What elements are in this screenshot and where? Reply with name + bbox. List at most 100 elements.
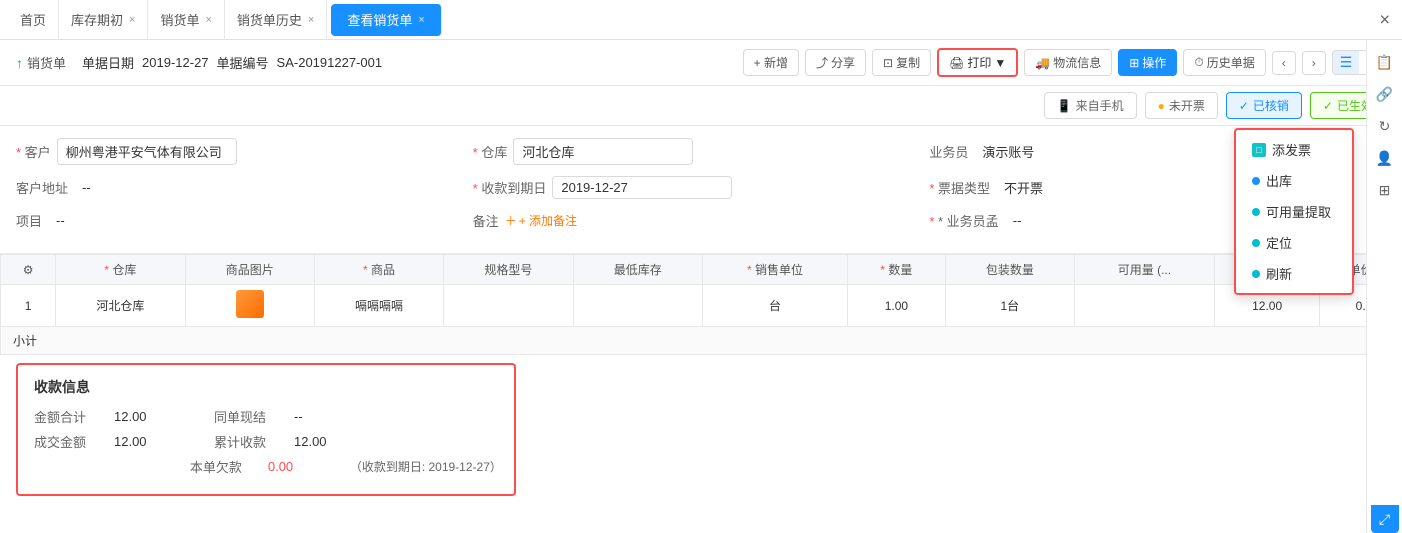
close-inventory-init-tab[interactable]: × [129, 14, 135, 26]
outbound-dot [1252, 177, 1260, 185]
ticket-type-value: 不开票 [996, 175, 1051, 200]
transaction-amount-value: 12.00 [114, 434, 194, 449]
cumulative-payment-label: 累计收款 [214, 432, 294, 451]
row-product: 嗝嗝嗝嗝 [314, 285, 443, 327]
same-order-settle-value: -- [294, 409, 303, 424]
payment-date-value[interactable]: 2019-12-27 [552, 176, 732, 199]
address-value: -- [74, 177, 99, 198]
operations-dropdown: □ 添发票 出库 可用量提取 定位 刷新 [1234, 128, 1354, 295]
check2-icon: ✓ [1323, 99, 1333, 113]
verified-button[interactable]: ✓ 已核销 [1226, 92, 1302, 119]
tab-home[interactable]: 首页 [8, 0, 59, 40]
customer-label: 客户 [16, 142, 51, 161]
note-label: 备注 [473, 211, 499, 230]
copy-icon: ⊡ [883, 56, 893, 70]
tab-bar: 首页 库存期初 × 销货单 × 销货单历史 × 查看销货单 × × [0, 0, 1402, 40]
payment-date-label: 收款到期日 [473, 178, 547, 197]
tab-sales-history[interactable]: 销货单历史 × [225, 0, 327, 40]
row-spec [444, 285, 573, 327]
col-product: 商品 [314, 255, 443, 285]
clipboard-icon-btn[interactable]: 📋 [1371, 48, 1399, 76]
same-order-settle-label: 同单现结 [214, 407, 294, 426]
locate-dot [1252, 239, 1260, 247]
copy-button[interactable]: ⊡ 复制 [872, 49, 931, 76]
row-warehouse: 河北仓库 [56, 285, 185, 327]
payment-row-2: 成交金额 12.00 累计收款 12.00 [34, 432, 498, 451]
logistics-button[interactable]: 🚚 物流信息 [1024, 49, 1112, 76]
tab-view-sales-order[interactable]: 查看销货单 × [331, 4, 441, 36]
products-table: ⚙ 仓库 商品图片 商品 规格型号 最低库存 销售单位 数量 包装数量 可用量 … [0, 254, 1402, 355]
current-due-label: 本单欠款 [190, 457, 268, 476]
payment-date-field: 收款到期日 2019-12-27 [473, 176, 930, 199]
cumulative-payment-value: 12.00 [294, 434, 327, 449]
rotate-icon-btn[interactable]: ↻ [1371, 112, 1399, 140]
link-icon-btn[interactable]: 🔗 [1371, 80, 1399, 108]
add-invoice-item[interactable]: □ 添发票 [1236, 134, 1352, 165]
col-warehouse: 仓库 [56, 255, 185, 285]
doc-type: ↑ 销货单 [16, 53, 66, 72]
row-min-stock [573, 285, 702, 327]
history-icon: ⏱ [1194, 55, 1203, 70]
expand-icon-btn[interactable]: ⤢ [1371, 505, 1399, 533]
form-row-3: 项目 -- 备注 ＋ + 添加备注 * 业务员孟 -- [16, 210, 1386, 231]
plus-icon: ＋ [505, 212, 517, 229]
truck-icon: 🚚 [1035, 56, 1050, 70]
close-view-sales-tab[interactable]: × [418, 14, 424, 26]
row-quantity: 1.00 [848, 285, 946, 327]
no-invoice-button[interactable]: ● 未开票 [1145, 92, 1218, 119]
print-dropdown-arrow: ▼ [994, 56, 1006, 70]
row-unit: 台 [702, 285, 847, 327]
refresh-dot [1252, 270, 1260, 278]
col-settings[interactable]: ⚙ [1, 255, 56, 285]
outbound-item[interactable]: 出库 [1236, 165, 1352, 196]
customer-value[interactable]: 柳州粤港平安气体有限公司 [57, 138, 237, 165]
close-sales-order-tab[interactable]: × [205, 14, 211, 26]
col-pack-qty: 包装数量 [945, 255, 1074, 285]
col-spec: 规格型号 [444, 255, 573, 285]
doc-meta: 单据日期 2019-12-27 单据编号 SA-20191227-001 [82, 53, 382, 72]
form-row-2: 客户地址 -- 收款到期日 2019-12-27 票据类型 不开票 [16, 175, 1386, 200]
user-icon-btn[interactable]: 👤 [1371, 144, 1399, 172]
history-button[interactable]: ⏱ 历史单据 [1183, 49, 1265, 76]
current-due-value: 0.00 [268, 459, 346, 474]
total-amount-value: 12.00 [114, 409, 194, 424]
list-view-button[interactable]: ☰ [1333, 51, 1360, 74]
right-sidebar: 📋 🔗 ↻ 👤 ⊞ ⤢ [1366, 40, 1402, 533]
share-button[interactable]: ⤴ 分享 [805, 49, 866, 76]
from-mobile-button[interactable]: 📱 来自手机 [1044, 92, 1137, 119]
share-icon: ⤴ [816, 54, 828, 71]
table-icon-btn[interactable]: ⊞ [1371, 176, 1399, 204]
doc-icon: ↑ [16, 55, 23, 71]
col-unit: 销售单位 [702, 255, 847, 285]
next-record-button[interactable]: › [1302, 51, 1326, 75]
col-image: 商品图片 [185, 255, 314, 285]
circle-icon: ● [1158, 99, 1165, 113]
tab-inventory-init[interactable]: 库存期初 × [59, 0, 148, 40]
doc-header: ↑ 销货单 单据日期 2019-12-27 单据编号 SA-20191227-0… [0, 40, 1402, 86]
address-field: 客户地址 -- [16, 177, 473, 198]
add-note-button[interactable]: ＋ + 添加备注 [505, 212, 577, 229]
print-button[interactable]: 🖨 打印 ▼ [937, 48, 1018, 77]
operations-button[interactable]: ⊞ 操作 [1118, 49, 1177, 76]
locate-item[interactable]: 定位 [1236, 227, 1352, 258]
staff-value: 演示账号 [974, 139, 1042, 164]
project-label: 项目 [16, 211, 42, 230]
refresh-item[interactable]: 刷新 [1236, 258, 1352, 289]
window-close-button[interactable]: × [1379, 9, 1390, 30]
new-button[interactable]: + 新增 [743, 49, 799, 76]
table-row: 1 河北仓库 嗝嗝嗝嗝 台 1.00 1台 12.00 0. [1, 285, 1402, 327]
toolbar-right: + 新增 ⤴ 分享 ⊡ 复制 🖨 打印 ▼ 🚚 物流信息 [743, 48, 1386, 77]
available-qty-item[interactable]: 可用量提取 [1236, 196, 1352, 227]
tab-sales-order[interactable]: 销货单 × [148, 0, 224, 40]
warehouse-value[interactable]: 河北仓库 [513, 138, 693, 165]
due-date-note: （收款到期日: 2019-12-27） [350, 458, 498, 475]
col-quantity: 数量 [848, 255, 946, 285]
close-sales-history-tab[interactable]: × [308, 14, 314, 26]
check-icon: ✓ [1239, 99, 1249, 113]
ticket-type-label: 票据类型 [929, 178, 990, 197]
status-bar: 📱 来自手机 ● 未开票 ✓ 已核销 ✓ 已生效 [0, 86, 1402, 126]
available-qty-dot [1252, 208, 1260, 216]
salesperson-label: * 业务员孟 [929, 211, 998, 230]
note-field: 备注 ＋ + 添加备注 [473, 211, 930, 230]
prev-record-button[interactable]: ‹ [1272, 51, 1296, 75]
